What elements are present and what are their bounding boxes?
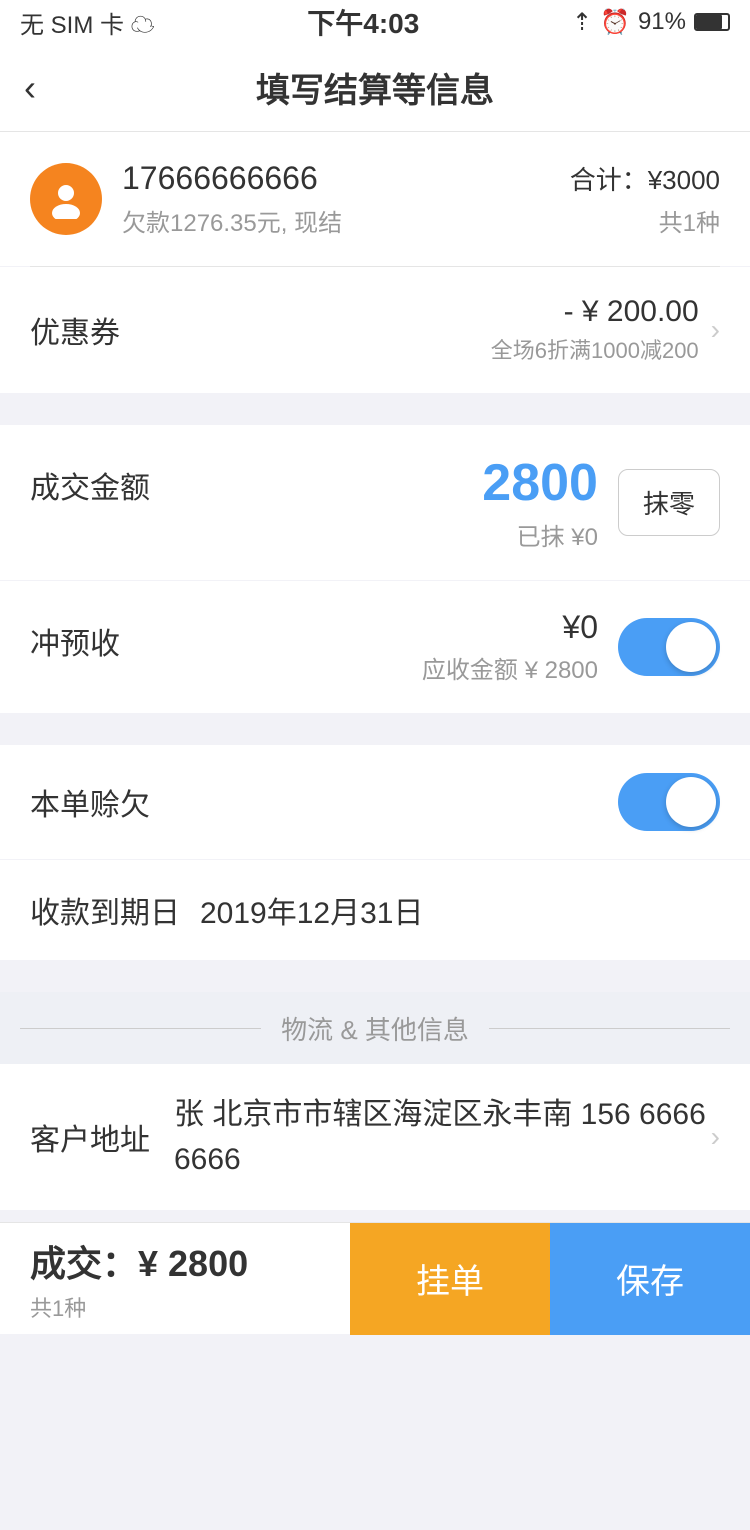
logistics-divider: 物流 & 其他信息 [0,992,750,1064]
clock-icon: ⏰ [600,8,630,37]
address-row[interactable]: 客户地址 张 北京市市辖区海淀区永丰南 156 6666 6666 › [0,1064,750,1210]
deal-amount-erased: 已抹 ¥0 [482,517,598,552]
separator-3 [0,976,750,992]
prepaid-amount-wrap: ¥0 应收金额 ¥ 2800 [422,609,598,685]
coupon-right: - ¥ 200.00 全场6折满1000减200 › [491,295,720,365]
customer-total: 合计：¥3000 共1种 [570,160,720,238]
hold-button[interactable]: 挂单 [350,1223,550,1335]
round-button[interactable]: 抹零 [618,469,720,536]
coupon-info: - ¥ 200.00 全场6折满1000减200 [491,295,699,365]
total-label: 合计：¥3000 [570,160,720,197]
deal-amount-section: 成交金额 2800 已抹 ¥0 抹零 冲预收 ¥0 应收金额 ¥ 2800 [0,425,750,713]
status-bar: 无 SIM 卡 ☁ 下午4:03 ⇡ ⏰ 91% [0,0,750,44]
deal-amount-right: 2800 已抹 ¥0 抹零 [482,453,720,552]
page-title: 填写结算等信息 [256,63,494,112]
prepaid-receivable: 应收金额 ¥ 2800 [422,650,598,685]
coupon-row[interactable]: 优惠券 - ¥ 200.00 全场6折满1000减200 › [0,267,750,393]
separator-1 [0,409,750,425]
customer-phone: 17666666666 [122,160,342,197]
battery-bar [694,13,730,31]
battery-text: 91% [638,8,686,36]
status-right: ⇡ ⏰ 91% [572,8,730,37]
separator-2 [0,729,750,745]
save-button[interactable]: 保存 [550,1223,750,1335]
prepaid-label: 冲预收 [30,609,120,663]
customer-info: 17666666666 欠款1276.35元, 现结 [122,160,342,238]
prepaid-amount: ¥0 [422,609,598,646]
bottom-bar: 成交：¥ 2800 共1种 挂单 保存 [0,1222,750,1334]
summary-deal-value: ¥ 2800 [138,1243,248,1284]
bottom-summary: 成交：¥ 2800 共1种 [0,1235,350,1323]
deal-amount-label: 成交金额 [30,453,150,507]
duedate-label: 收款到期日 [30,888,180,932]
coupon-label: 优惠券 [30,308,120,352]
status-left: 无 SIM 卡 ☁ [20,5,155,40]
battery-icon: ⇡ [572,8,592,37]
divider-line-right [489,1028,730,1029]
chevron-right-icon: › [711,314,720,346]
duedate-row: 收款到期日 2019年12月31日 [0,859,750,960]
summary-deal-label: 成交： [30,1243,138,1284]
logistics-text: 物流 & 其他信息 [281,1010,469,1047]
sim-signal-text: 无 SIM 卡 ☁ [20,5,155,40]
duedate-value: 2019年12月31日 [200,888,423,932]
writeoff-section: 本单赊欠 收款到期日 2019年12月31日 [0,745,750,960]
deal-amount-value-wrap: 2800 已抹 ¥0 [482,453,598,552]
avatar [30,163,102,235]
writeoff-label: 本单赊欠 [30,780,150,824]
summary-count: 共1种 [30,1291,320,1323]
prepaid-row: 冲预收 ¥0 应收金额 ¥ 2800 [0,581,750,713]
customer-debt: 欠款1276.35元, 现结 [122,203,342,238]
writeoff-row: 本单赊欠 [0,745,750,859]
total-count: 共1种 [570,203,720,238]
customer-card: 17666666666 欠款1276.35元, 现结 合计：¥3000 共1种 [0,132,750,266]
prepaid-right: ¥0 应收金额 ¥ 2800 [422,609,720,685]
nav-bar: ‹ 填写结算等信息 [0,44,750,132]
prepaid-toggle[interactable] [618,618,720,676]
deal-amount-value: 2800 [482,453,598,513]
address-label: 客户地址 [30,1115,150,1159]
status-time: 下午4:03 [307,2,419,42]
divider-line-left [20,1028,261,1029]
customer-left: 17666666666 欠款1276.35元, 现结 [30,160,342,238]
summary-deal: 成交：¥ 2800 [30,1235,320,1287]
address-value: 张 北京市市辖区海淀区永丰南 156 6666 6666 [174,1092,711,1182]
back-button[interactable]: ‹ [24,67,36,109]
coupon-desc: 全场6折满1000减200 [491,333,699,365]
address-chevron-icon: › [711,1121,720,1153]
writeoff-toggle[interactable] [618,773,720,831]
coupon-discount: - ¥ 200.00 [491,295,699,329]
deal-amount-row: 成交金额 2800 已抹 ¥0 抹零 [0,425,750,581]
